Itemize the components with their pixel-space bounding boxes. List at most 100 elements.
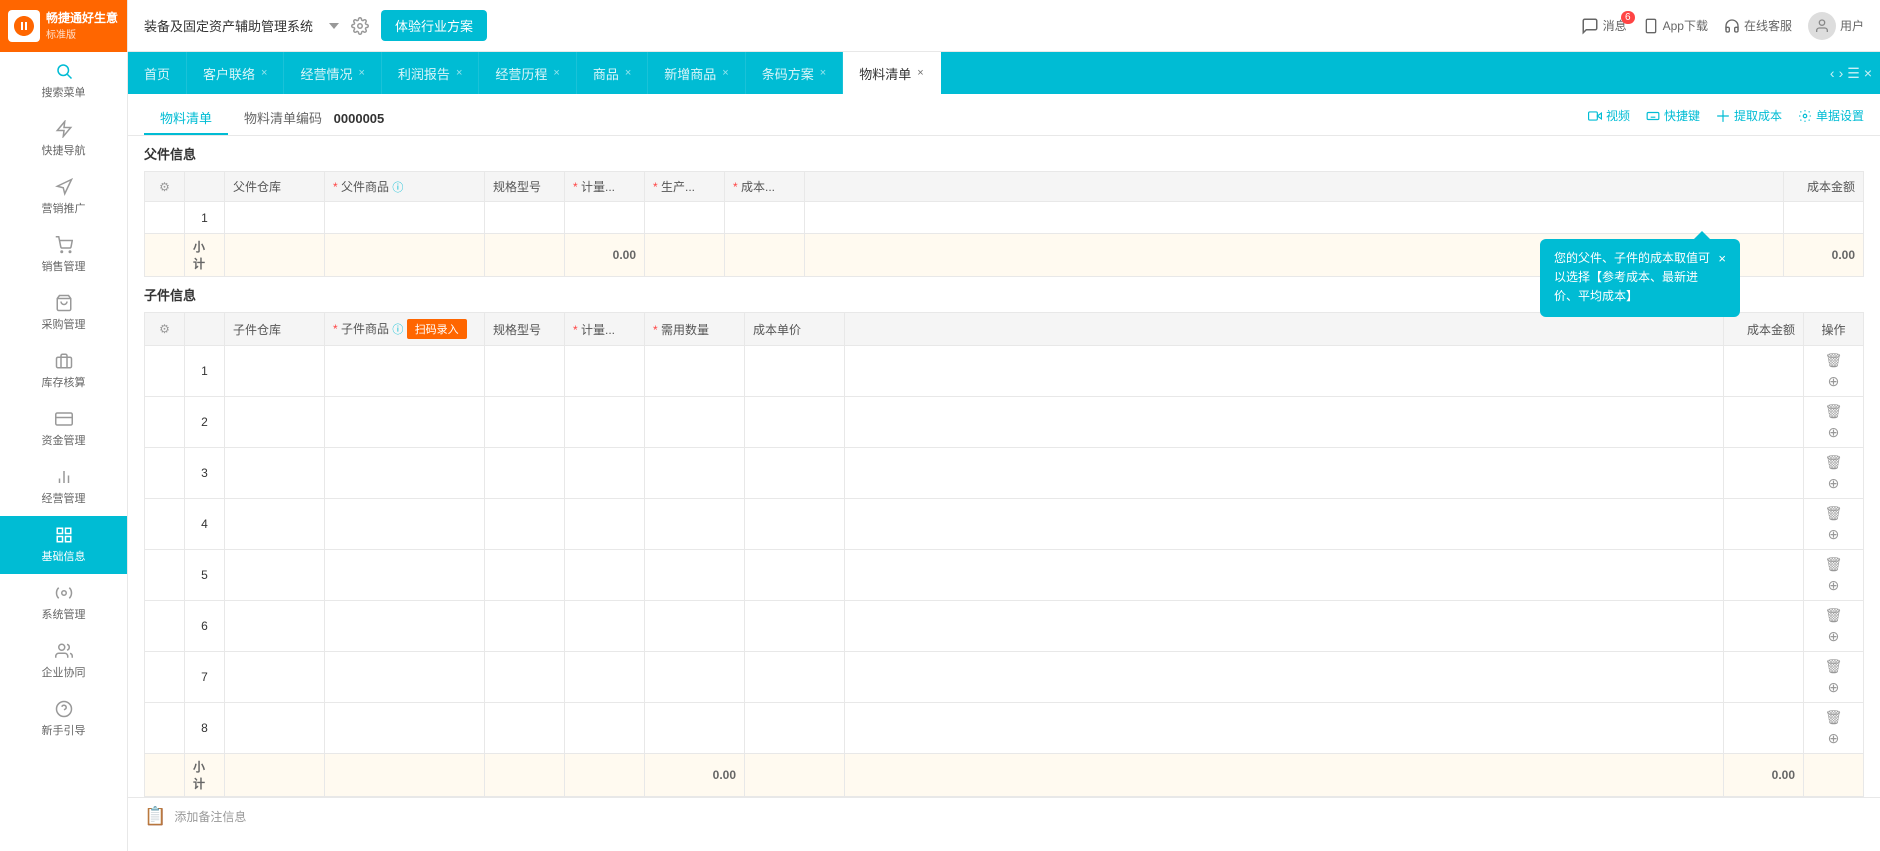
parent-cell-product-1[interactable] [325, 202, 485, 234]
tab-close-history[interactable]: × [553, 67, 559, 79]
child-cell-unit-4[interactable] [565, 499, 645, 550]
tab-products[interactable]: 商品 × [577, 52, 648, 94]
child-cell-warehouse-5[interactable] [225, 550, 325, 601]
child-cell-warehouse-6[interactable] [225, 601, 325, 652]
tab-history[interactable]: 经营历程 × [479, 52, 576, 94]
gear-settings-icon[interactable] [351, 17, 369, 35]
child-cell-unitcost-7[interactable] [745, 652, 845, 703]
child-delete-btn-7[interactable]: 🗑 [1821, 656, 1847, 677]
child-cell-unit-8[interactable] [565, 703, 645, 754]
child-cell-product-5[interactable] [325, 550, 485, 601]
child-cell-product-7[interactable] [325, 652, 485, 703]
toolbar-view-btn[interactable]: 视频 [1588, 107, 1630, 124]
child-cell-warehouse-2[interactable] [225, 397, 325, 448]
sidebar-item-marketing[interactable]: 营销推广 [0, 168, 127, 226]
footer-text[interactable]: 添加备注信息 [174, 808, 246, 825]
child-cell-unit-7[interactable] [565, 652, 645, 703]
child-cell-qty-2[interactable] [645, 397, 745, 448]
child-cell-product-6[interactable] [325, 601, 485, 652]
child-cell-qty-1[interactable] [645, 346, 745, 397]
tab-close-customer[interactable]: × [261, 67, 267, 79]
child-cell-spec-5[interactable] [485, 550, 565, 601]
tab-close-operation[interactable]: × [358, 67, 364, 79]
child-delete-btn-3[interactable]: 🗑 [1821, 452, 1847, 473]
nav-next-btn[interactable]: › [1839, 65, 1844, 81]
tab-home[interactable]: 首页 [128, 52, 187, 94]
child-delete-btn-6[interactable]: 🗑 [1821, 605, 1847, 626]
child-cell-product-2[interactable] [325, 397, 485, 448]
sidebar-item-purchase[interactable]: 采购管理 [0, 284, 127, 342]
child-cell-spec-3[interactable] [485, 448, 565, 499]
parent-th-settings[interactable]: ⚙ [145, 172, 185, 202]
parent-cell-cost-1[interactable] [725, 202, 805, 234]
tab-profit[interactable]: 利润报告 × [382, 52, 479, 94]
tab-operation-status[interactable]: 经营情况 × [284, 52, 381, 94]
child-cell-unitcost-8[interactable] [745, 703, 845, 754]
tab-close-products[interactable]: × [625, 67, 631, 79]
sidebar-item-operation[interactable]: 经营管理 [0, 458, 127, 516]
child-cell-unit-6[interactable] [565, 601, 645, 652]
sub-tab-bom-code[interactable]: 物料清单编码 0000005 [228, 102, 400, 135]
toolbar-settings-btn[interactable]: 单据设置 [1798, 107, 1864, 124]
experience-btn[interactable]: 体验行业方案 [381, 10, 487, 41]
nav-prev-btn[interactable]: ‹ [1830, 65, 1835, 81]
child-copy-btn-1[interactable]: ⊕ [1824, 371, 1844, 392]
parent-cell-produce-1[interactable] [645, 202, 725, 234]
child-copy-btn-5[interactable]: ⊕ [1824, 575, 1844, 596]
child-delete-btn-8[interactable]: 🗑 [1821, 707, 1847, 728]
user-btn[interactable]: 用户 [1808, 12, 1864, 40]
child-cell-warehouse-8[interactable] [225, 703, 325, 754]
child-cell-product-8[interactable] [325, 703, 485, 754]
child-delete-btn-5[interactable]: 🗑 [1821, 554, 1847, 575]
nav-close-all-btn[interactable]: × [1864, 65, 1872, 81]
sidebar-item-guide[interactable]: 新手引导 [0, 690, 127, 748]
child-cell-unit-3[interactable] [565, 448, 645, 499]
child-cell-unitcost-2[interactable] [745, 397, 845, 448]
sidebar-item-search[interactable]: 搜索菜单 [0, 52, 127, 110]
child-cell-spec-1[interactable] [485, 346, 565, 397]
child-cell-warehouse-3[interactable] [225, 448, 325, 499]
nav-menu-btn[interactable]: ☰ [1847, 65, 1860, 82]
child-cell-unitcost-3[interactable] [745, 448, 845, 499]
child-cell-unitcost-5[interactable] [745, 550, 845, 601]
sidebar-item-system[interactable]: 系统管理 [0, 574, 127, 632]
child-delete-btn-4[interactable]: 🗑 [1821, 503, 1847, 524]
child-cell-spec-7[interactable] [485, 652, 565, 703]
child-copy-btn-4[interactable]: ⊕ [1824, 524, 1844, 545]
child-cell-unitcost-6[interactable] [745, 601, 845, 652]
message-btn[interactable]: 消息 6 [1581, 17, 1627, 35]
child-cell-qty-4[interactable] [645, 499, 745, 550]
online-service-btn[interactable]: 在线客服 [1724, 17, 1792, 34]
parent-cell-warehouse-1[interactable] [225, 202, 325, 234]
toolbar-shortcut-btn[interactable]: 快捷键 [1646, 107, 1700, 124]
child-copy-btn-7[interactable]: ⊕ [1824, 677, 1844, 698]
child-copy-btn-3[interactable]: ⊕ [1824, 473, 1844, 494]
child-cell-product-1[interactable] [325, 346, 485, 397]
sidebar-item-finance[interactable]: 资金管理 [0, 400, 127, 458]
tab-bom[interactable]: 物料清单 × [843, 52, 940, 94]
child-th-settings[interactable]: ⚙ [145, 313, 185, 346]
child-copy-btn-6[interactable]: ⊕ [1824, 626, 1844, 647]
tab-barcode[interactable]: 条码方案 × [746, 52, 843, 94]
child-cell-qty-3[interactable] [645, 448, 745, 499]
child-cell-qty-8[interactable] [645, 703, 745, 754]
child-cell-unitcost-4[interactable] [745, 499, 845, 550]
tab-new-product[interactable]: 新增商品 × [648, 52, 745, 94]
child-copy-btn-2[interactable]: ⊕ [1824, 422, 1844, 443]
parent-cell-spec-1[interactable] [485, 202, 565, 234]
tab-close-new-product[interactable]: × [722, 67, 728, 79]
child-cell-product-3[interactable] [325, 448, 485, 499]
child-cell-unit-5[interactable] [565, 550, 645, 601]
tab-customer[interactable]: 客户联络 × [187, 52, 284, 94]
child-cell-spec-2[interactable] [485, 397, 565, 448]
child-cell-unit-1[interactable] [565, 346, 645, 397]
child-cell-spec-6[interactable] [485, 601, 565, 652]
child-cell-warehouse-1[interactable] [225, 346, 325, 397]
scan-btn[interactable]: 扫码录入 [407, 319, 467, 339]
tooltip-close-btn[interactable]: × [1718, 249, 1726, 270]
sidebar-item-sales[interactable]: 销售管理 [0, 226, 127, 284]
child-cell-warehouse-4[interactable] [225, 499, 325, 550]
child-copy-btn-8[interactable]: ⊕ [1824, 728, 1844, 749]
tab-close-profit[interactable]: × [456, 67, 462, 79]
child-cell-spec-4[interactable] [485, 499, 565, 550]
